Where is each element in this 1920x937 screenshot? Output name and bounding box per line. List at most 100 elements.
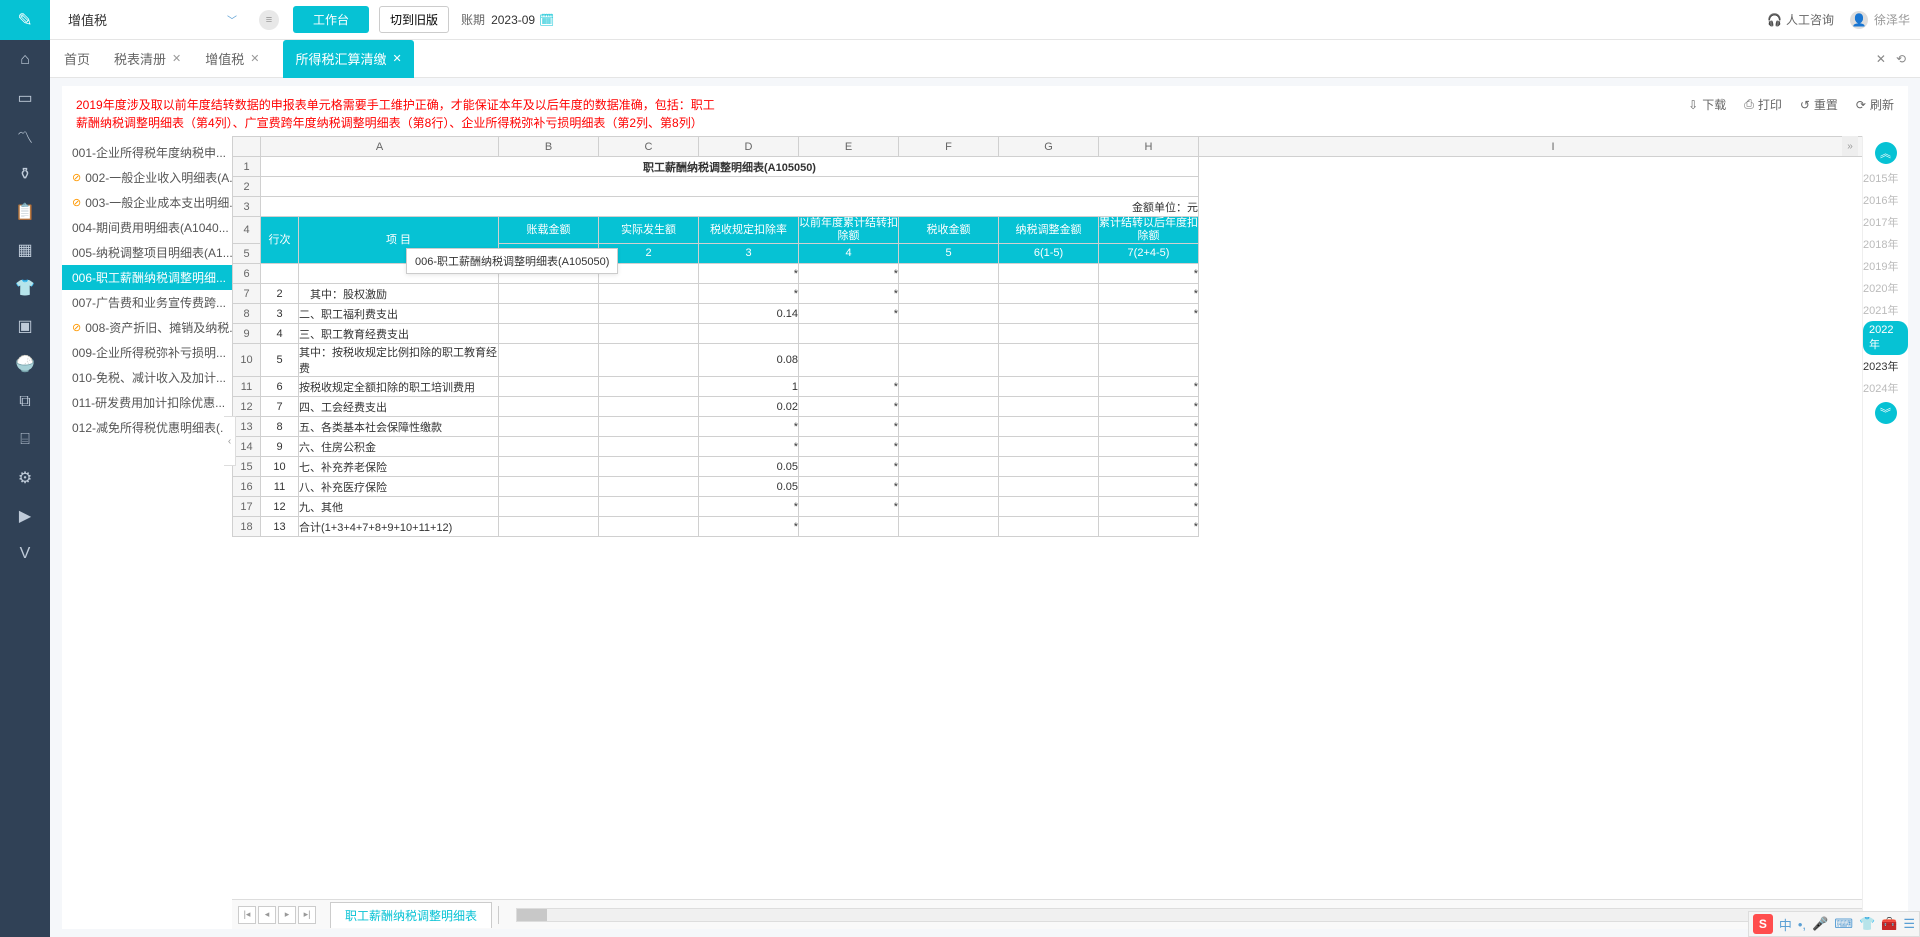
cell[interactable]: C	[599, 137, 699, 157]
cell[interactable]: *	[799, 377, 899, 397]
cell[interactable]	[799, 517, 899, 537]
cell[interactable]: 3	[699, 244, 799, 264]
cell[interactable]: 合计(1+3+4+7+8+9+10+11+12)	[299, 517, 499, 537]
calendar-icon[interactable]: 🗓	[539, 13, 554, 27]
cell[interactable]	[899, 304, 999, 324]
form-item-011[interactable]: 011-研发费用加计扣除优惠...	[62, 390, 232, 415]
nav-shirt-icon[interactable]: 👕	[15, 278, 35, 298]
cell[interactable]	[899, 457, 999, 477]
cell[interactable]: 以前年度累计结转扣除额	[799, 217, 899, 244]
cell[interactable]: *	[699, 284, 799, 304]
cell[interactable]	[499, 397, 599, 417]
cell[interactable]: *	[1099, 437, 1199, 457]
cell[interactable]: *	[799, 477, 899, 497]
sheet-nav-prev[interactable]: ◂	[258, 906, 276, 924]
cell[interactable]: 14	[233, 437, 261, 457]
year-item[interactable]: 2023年	[1863, 355, 1908, 377]
cell[interactable]	[899, 324, 999, 344]
year-scroll-down-icon[interactable]: ︾	[1875, 402, 1897, 424]
cell[interactable]: 1	[699, 377, 799, 397]
cell[interactable]: 7	[261, 397, 299, 417]
cell[interactable]	[499, 284, 599, 304]
cell[interactable]	[999, 417, 1099, 437]
nav-home-icon[interactable]: ⌂	[15, 50, 35, 70]
cell[interactable]: *	[1099, 284, 1199, 304]
ime-menu-icon[interactable]: ☰	[1903, 916, 1915, 932]
sheet-tab[interactable]: 职工薪酬纳税调整明细表	[330, 902, 492, 928]
cell[interactable]: 纳税调整金额	[999, 217, 1099, 244]
download-button[interactable]: ⇩下载	[1688, 96, 1726, 113]
cell[interactable]: *	[1099, 497, 1199, 517]
collapse-handle[interactable]: ‹	[224, 416, 236, 466]
cell[interactable]: 0.02	[699, 397, 799, 417]
cell[interactable]: 0.14	[699, 304, 799, 324]
cell[interactable]: 11	[233, 377, 261, 397]
cell[interactable]: 税收规定扣除率	[699, 217, 799, 244]
cell[interactable]: 0.08	[699, 344, 799, 377]
cell[interactable]: E	[799, 137, 899, 157]
form-item-005[interactable]: 005-纳税调整项目明细表(A1...	[62, 240, 232, 265]
cell[interactable]	[999, 517, 1099, 537]
form-item-007[interactable]: 007-广告费和业务宣传费跨...	[62, 290, 232, 315]
sheet-nav-next[interactable]: ▸	[278, 906, 296, 924]
cell[interactable]: 二、职工福利费支出	[299, 304, 499, 324]
cell[interactable]: H	[1099, 137, 1199, 157]
nav-jar-icon[interactable]: ⚱	[15, 164, 35, 184]
cell[interactable]: 七、补充养老保险	[299, 457, 499, 477]
cell[interactable]	[899, 377, 999, 397]
cell[interactable]: 八、补充医疗保险	[299, 477, 499, 497]
cell[interactable]	[499, 477, 599, 497]
form-item-009[interactable]: 009-企业所得税弥补亏损明...	[62, 340, 232, 365]
cell[interactable]	[699, 324, 799, 344]
cell[interactable]	[1099, 324, 1199, 344]
sheet-nav-last[interactable]: ▸|	[298, 906, 316, 924]
cell[interactable]: 职工薪酬纳税调整明细表(A105050)	[261, 157, 1199, 177]
ime-toolbar[interactable]: S 中 •, 🎤 ⌨ 👕 🧰 ☰	[1748, 911, 1920, 937]
expand-chevron-icon[interactable]: »	[1842, 136, 1858, 156]
cell[interactable]	[599, 457, 699, 477]
cell[interactable]: 3	[233, 197, 261, 217]
cell[interactable]	[261, 264, 299, 284]
cell[interactable]	[499, 497, 599, 517]
cell[interactable]: 2	[233, 177, 261, 197]
nav-chart-icon[interactable]: 〽	[15, 126, 35, 146]
cell[interactable]: 5	[233, 244, 261, 264]
form-item-008[interactable]: ⊘008-资产折旧、摊销及纳税...	[62, 315, 232, 340]
cell[interactable]	[499, 324, 599, 344]
nav-play-icon[interactable]: ▶	[15, 506, 35, 526]
cell[interactable]: 6(1-5)	[999, 244, 1099, 264]
workspace-button[interactable]: 工作台	[293, 6, 369, 33]
cell[interactable]	[999, 284, 1099, 304]
form-item-012[interactable]: 012-减免所得税优惠明细表(...	[62, 415, 232, 440]
cell[interactable]	[599, 517, 699, 537]
cell[interactable]	[899, 417, 999, 437]
cell[interactable]	[599, 377, 699, 397]
cell[interactable]	[899, 397, 999, 417]
cell[interactable]: 实际发生额	[599, 217, 699, 244]
nav-clipboard-icon[interactable]: 📋	[15, 202, 35, 222]
refresh-button[interactable]: ⟳刷新	[1856, 96, 1894, 113]
cell[interactable]: 18	[233, 517, 261, 537]
cell[interactable]: 0.05	[699, 477, 799, 497]
ime-skin-icon[interactable]: 👕	[1859, 916, 1875, 932]
form-item-001[interactable]: 001-企业所得税年度纳税申...	[62, 140, 232, 165]
cell[interactable]: 三、职工教育经费支出	[299, 324, 499, 344]
close-icon[interactable]: ✕	[250, 52, 259, 65]
cell[interactable]	[999, 497, 1099, 517]
year-item[interactable]: 2021年	[1863, 299, 1908, 321]
user-menu[interactable]: 👤 徐泽华	[1850, 11, 1910, 29]
cell[interactable]: 九、其他	[299, 497, 499, 517]
cell[interactable]	[999, 377, 1099, 397]
cell[interactable]: 13	[233, 417, 261, 437]
nav-drawer-icon[interactable]: ⌸	[15, 430, 35, 450]
cell[interactable]: *	[799, 284, 899, 304]
cell[interactable]	[499, 417, 599, 437]
cell[interactable]	[599, 417, 699, 437]
cell[interactable]	[799, 324, 899, 344]
cell[interactable]	[899, 437, 999, 457]
cell[interactable]: *	[1099, 397, 1199, 417]
close-icon[interactable]: ✕	[393, 52, 402, 65]
form-item-003[interactable]: ⊘003-一般企业成本支出明细...	[62, 190, 232, 215]
ime-mic-icon[interactable]: 🎤	[1812, 916, 1828, 932]
cell[interactable]	[499, 437, 599, 457]
